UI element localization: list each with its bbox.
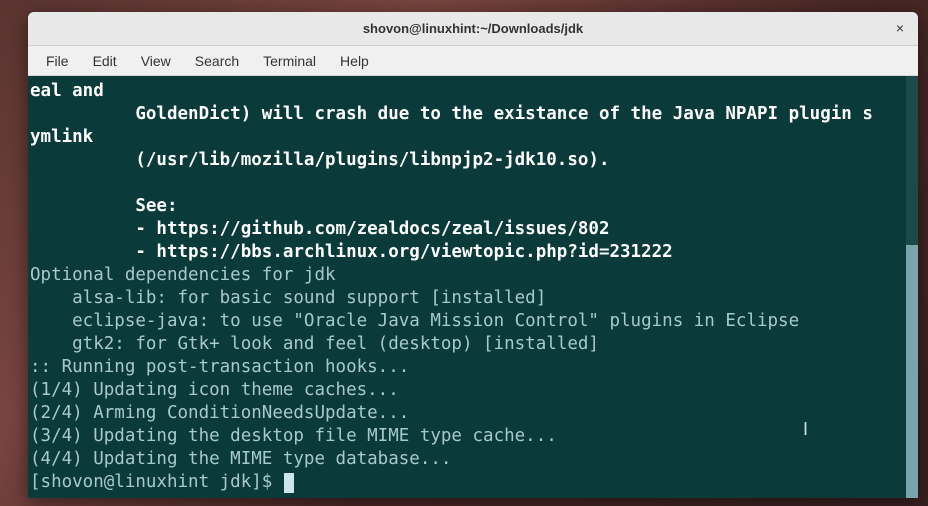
terminal-area[interactable]: eal and GoldenDict) will crash due to th… — [28, 76, 918, 498]
titlebar[interactable]: shovon@linuxhint:~/Downloads/jdk × — [28, 12, 918, 46]
prompt-line[interactable]: [shovon@linuxhint jdk]$ — [30, 471, 904, 494]
output-line: Optional dependencies for jdk — [30, 265, 336, 285]
output-line: (1/4) Updating icon theme caches... — [30, 380, 399, 400]
menu-search[interactable]: Search — [183, 49, 251, 73]
output-line: - https://bbs.archlinux.org/viewtopic.ph… — [30, 242, 673, 262]
cursor-block — [284, 473, 294, 493]
prompt-text: [shovon@linuxhint jdk]$ — [30, 471, 283, 494]
output-line: - https://github.com/zealdocs/zeal/issue… — [30, 219, 609, 239]
terminal-output[interactable]: eal and GoldenDict) will crash due to th… — [28, 76, 906, 498]
output-line: (4/4) Updating the MIME type database... — [30, 449, 451, 469]
scroll-thumb[interactable] — [906, 245, 918, 498]
output-line: alsa-lib: for basic sound support [insta… — [30, 288, 546, 308]
output-line: :: Running post-transaction hooks... — [30, 357, 409, 377]
output-line: ymlink — [30, 127, 93, 147]
output-line: eclipse-java: to use "Oracle Java Missio… — [30, 311, 799, 331]
menu-edit[interactable]: Edit — [81, 49, 129, 73]
output-line: (2/4) Arming ConditionNeedsUpdate... — [30, 403, 409, 423]
output-line: (/usr/lib/mozilla/plugins/libnpjp2-jdk10… — [30, 150, 609, 170]
output-line: eal and — [30, 81, 104, 101]
close-button[interactable]: × — [890, 18, 910, 38]
menubar: File Edit View Search Terminal Help — [28, 46, 918, 76]
menu-view[interactable]: View — [129, 49, 183, 73]
terminal-window: shovon@linuxhint:~/Downloads/jdk × File … — [28, 12, 918, 498]
output-line: GoldenDict) will crash due to the exista… — [30, 104, 873, 124]
scrollbar[interactable] — [906, 76, 918, 498]
output-line: gtk2: for Gtk+ look and feel (desktop) [… — [30, 334, 599, 354]
output-line: See: — [30, 196, 178, 216]
menu-terminal[interactable]: Terminal — [251, 49, 328, 73]
output-line: (3/4) Updating the desktop file MIME typ… — [30, 426, 557, 446]
window-title: shovon@linuxhint:~/Downloads/jdk — [363, 21, 583, 36]
close-icon: × — [896, 20, 904, 36]
menu-file[interactable]: File — [34, 49, 81, 73]
menu-help[interactable]: Help — [328, 49, 381, 73]
